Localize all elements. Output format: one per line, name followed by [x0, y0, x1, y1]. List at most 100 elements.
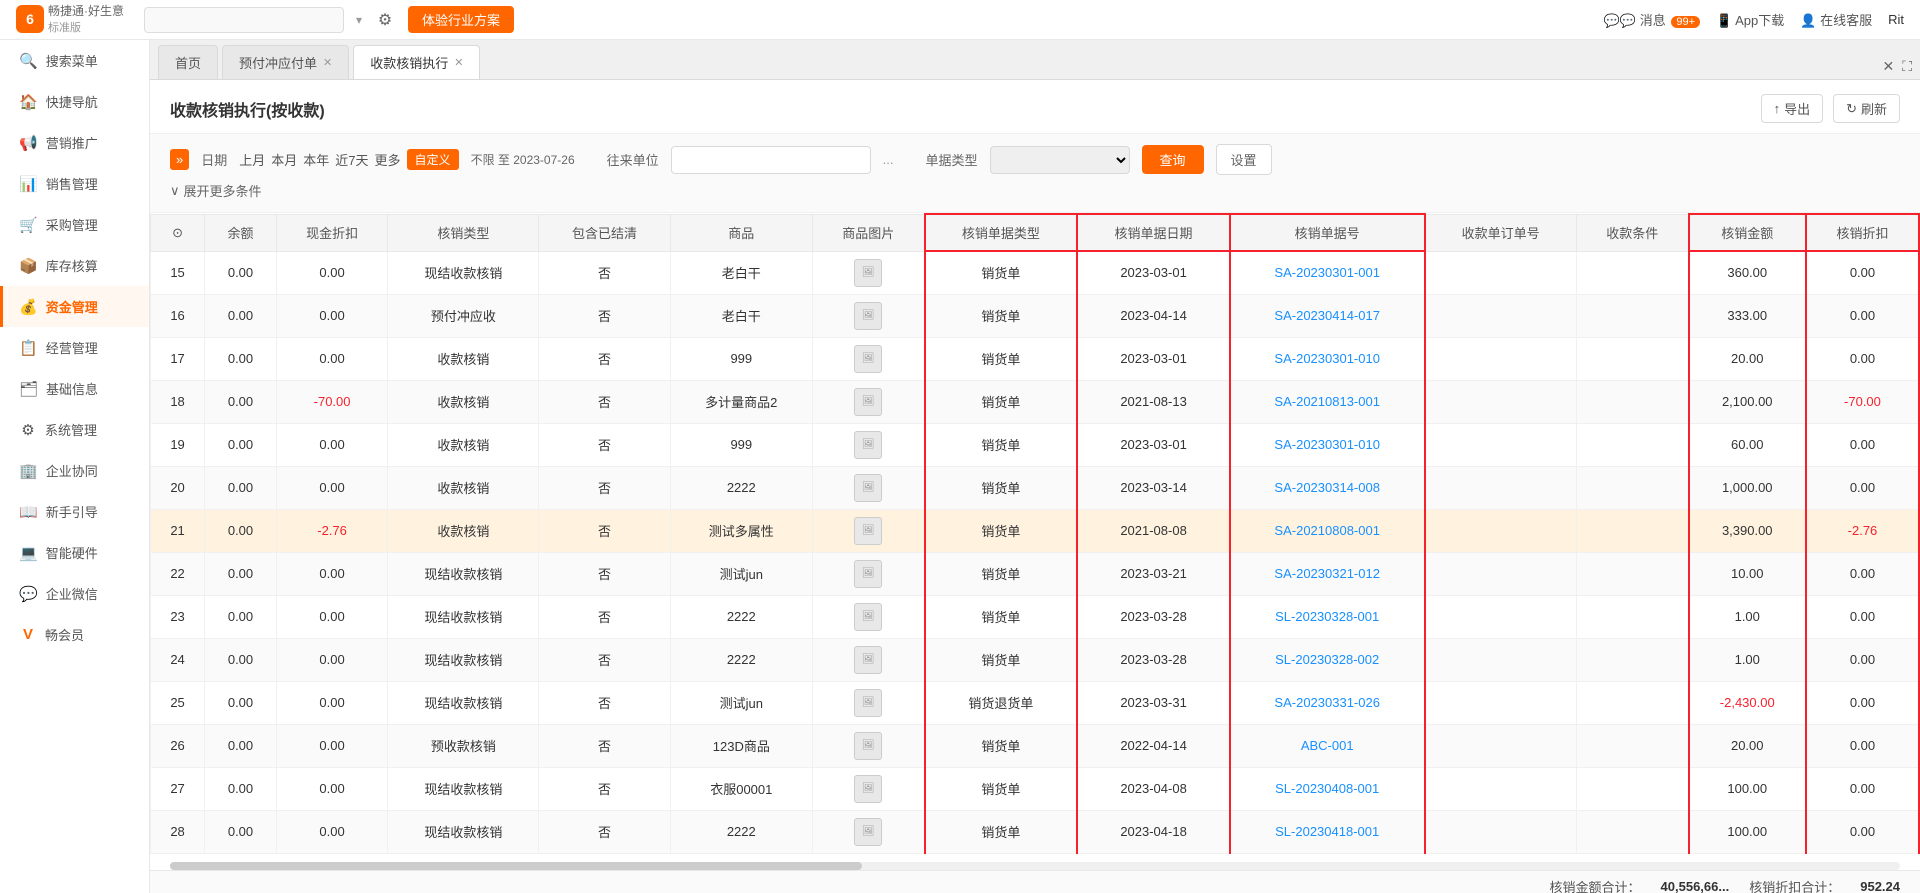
sidebar-item-stock[interactable]: 📦 库存核算: [0, 245, 149, 286]
row-bill-no[interactable]: SA-20230414-017: [1230, 294, 1425, 337]
query-button[interactable]: 查询: [1142, 145, 1204, 174]
table-footer: 核销金额合计： 40,556,66... 核销折扣合计： 952.24: [150, 870, 1920, 893]
sidebar-item-base-info[interactable]: 🗂 基础信息: [0, 368, 149, 409]
filter-bar: » 日期 上月 本月 本年 近7天 更多 自定义 不限 至 2023-07-26…: [150, 134, 1920, 213]
row-bill-type: 销货单: [925, 337, 1078, 380]
period-custom[interactable]: 自定义: [407, 149, 459, 170]
row-cancel-amount: 3,390.00: [1689, 509, 1806, 552]
table-row: 15 0.00 0.00 现结收款核销 否 老白干 🖼 销货单 2023-03-…: [151, 251, 1920, 294]
search-icon: 🔍: [19, 52, 38, 70]
bill-no-link[interactable]: SL-20230408-001: [1275, 781, 1379, 796]
dropdown-arrow[interactable]: ▾: [356, 13, 362, 27]
gear-icon[interactable]: [374, 9, 396, 31]
bill-no-link[interactable]: SA-20230301-010: [1274, 351, 1380, 366]
row-bill-no[interactable]: ABC-001: [1230, 724, 1425, 767]
row-cancel-type: 现结收款核销: [388, 552, 539, 595]
row-bill-no[interactable]: SA-20230314-008: [1230, 466, 1425, 509]
service-icon: 👤: [1800, 13, 1816, 28]
row-no: 15: [151, 251, 205, 294]
sidebar-item-purchase[interactable]: 🛒 采购管理: [0, 204, 149, 245]
row-bill-no[interactable]: SA-20230321-012: [1230, 552, 1425, 595]
maximize-icon[interactable]: ⛶: [1902, 58, 1912, 75]
sidebar-item-quick-nav[interactable]: 🏠 快捷导航: [0, 81, 149, 122]
row-bill-no[interactable]: SL-20230328-001: [1230, 595, 1425, 638]
service-link[interactable]: 👤 在线客服: [1800, 10, 1872, 29]
row-bill-date: 2023-03-01: [1077, 423, 1230, 466]
setting-button[interactable]: 设置: [1216, 144, 1272, 175]
row-receipt-order-no: [1425, 810, 1577, 853]
row-bill-no[interactable]: SA-20230301-010: [1230, 423, 1425, 466]
sidebar-item-corp[interactable]: 🏢 企业协同: [0, 450, 149, 491]
refresh-icon: ↻: [1846, 101, 1857, 117]
row-cancel-type: 预付冲应收: [388, 294, 539, 337]
app-download-link[interactable]: 📱 App下载: [1716, 10, 1784, 29]
tab-receipt[interactable]: 收款核销执行 ✕: [353, 45, 480, 79]
cancel-discount-total: 952.24: [1860, 879, 1900, 893]
message-link[interactable]: 💬 消息 99+: [1604, 10, 1700, 29]
refresh-button[interactable]: ↻ 刷新: [1833, 94, 1900, 123]
bill-no-link[interactable]: SA-20230321-012: [1274, 566, 1380, 581]
bill-type-select[interactable]: [990, 146, 1130, 174]
row-cancel-discount: 0.00: [1806, 724, 1919, 767]
row-bill-no[interactable]: SA-20230331-026: [1230, 681, 1425, 724]
tab-receipt-close[interactable]: ✕: [454, 56, 463, 69]
row-cancel-type: 现结收款核销: [388, 595, 539, 638]
bill-no-link[interactable]: SL-20230328-001: [1275, 609, 1379, 624]
bill-no-link[interactable]: SA-20210808-001: [1274, 523, 1380, 538]
sidebar-item-guide[interactable]: 📖 新手引导: [0, 491, 149, 532]
row-bill-no[interactable]: SA-20230301-010: [1230, 337, 1425, 380]
expand-more-btn[interactable]: ∨ 展开更多条件: [170, 181, 1900, 200]
row-bill-no[interactable]: SA-20210808-001: [1230, 509, 1425, 552]
bill-no-link[interactable]: ABC-001: [1301, 738, 1354, 753]
sidebar-item-vip[interactable]: V 畅会员: [0, 614, 149, 655]
sidebar-item-system[interactable]: ⚙ 系统管理: [0, 409, 149, 450]
row-receipt-terms: [1576, 423, 1688, 466]
scrollbar-thumb[interactable]: [170, 862, 862, 870]
row-bill-no[interactable]: SL-20230418-001: [1230, 810, 1425, 853]
tab-home[interactable]: 首页: [158, 45, 218, 79]
table-row: 24 0.00 0.00 现结收款核销 否 2222 🖼 销货单 2023-03…: [151, 638, 1920, 681]
row-bill-no[interactable]: SL-20230328-002: [1230, 638, 1425, 681]
bill-no-link[interactable]: SA-20230314-008: [1274, 480, 1380, 495]
sidebar-item-hardware[interactable]: 💻 智能硬件: [0, 532, 149, 573]
sidebar-item-sales[interactable]: 📊 销售管理: [0, 163, 149, 204]
sidebar-item-fund[interactable]: 💰 资金管理: [0, 286, 149, 327]
period-more[interactable]: 更多: [375, 150, 401, 169]
horizontal-scrollbar[interactable]: [170, 862, 1900, 870]
user-name[interactable]: Rit: [1888, 12, 1904, 27]
row-receipt-order-no: [1425, 251, 1577, 294]
bill-no-link[interactable]: SA-20230301-010: [1274, 437, 1380, 452]
period-last-month[interactable]: 上月: [239, 150, 265, 169]
filter-expand-btn[interactable]: »: [170, 149, 189, 170]
sidebar-item-marketing[interactable]: 📢 营销推广: [0, 122, 149, 163]
search-input[interactable]: [144, 7, 344, 33]
col-settings[interactable]: ⊙: [151, 214, 205, 251]
period-this-year[interactable]: 本年: [303, 150, 329, 169]
cancel-discount-total-label: 核销折扣合计：: [1749, 877, 1840, 893]
tab-advance[interactable]: 预付冲应付单 ✕: [222, 45, 349, 79]
row-receipt-terms: [1576, 552, 1688, 595]
row-cash-discount: -70.00: [276, 380, 387, 423]
sidebar-item-biz-manage[interactable]: 📋 经营管理: [0, 327, 149, 368]
solution-button[interactable]: 体验行业方案: [408, 6, 514, 33]
bill-no-link[interactable]: SA-20230414-017: [1274, 308, 1380, 323]
export-button[interactable]: ↑ 导出: [1761, 94, 1824, 123]
bill-no-link[interactable]: SA-20230301-001: [1274, 265, 1380, 280]
party-input[interactable]: [671, 146, 871, 174]
sidebar-item-wechat[interactable]: 💬 企业微信: [0, 573, 149, 614]
row-receipt-order-no: [1425, 294, 1577, 337]
sidebar-item-search-menu[interactable]: 🔍 搜索菜单: [0, 40, 149, 81]
close-window-icon[interactable]: ✕: [1882, 58, 1894, 75]
row-bill-no[interactable]: SA-20210813-001: [1230, 380, 1425, 423]
bill-no-link[interactable]: SA-20210813-001: [1274, 394, 1380, 409]
bill-no-link[interactable]: SL-20230418-001: [1275, 824, 1379, 839]
biz-icon: 📋: [19, 339, 38, 357]
bill-no-link[interactable]: SL-20230328-002: [1275, 652, 1379, 667]
tab-advance-close[interactable]: ✕: [323, 56, 332, 69]
row-bill-no[interactable]: SA-20230301-001: [1230, 251, 1425, 294]
row-goods: 999: [670, 423, 812, 466]
period-7days[interactable]: 近7天: [335, 150, 368, 169]
row-bill-no[interactable]: SL-20230408-001: [1230, 767, 1425, 810]
bill-no-link[interactable]: SA-20230331-026: [1274, 695, 1380, 710]
period-this-month[interactable]: 本月: [271, 150, 297, 169]
